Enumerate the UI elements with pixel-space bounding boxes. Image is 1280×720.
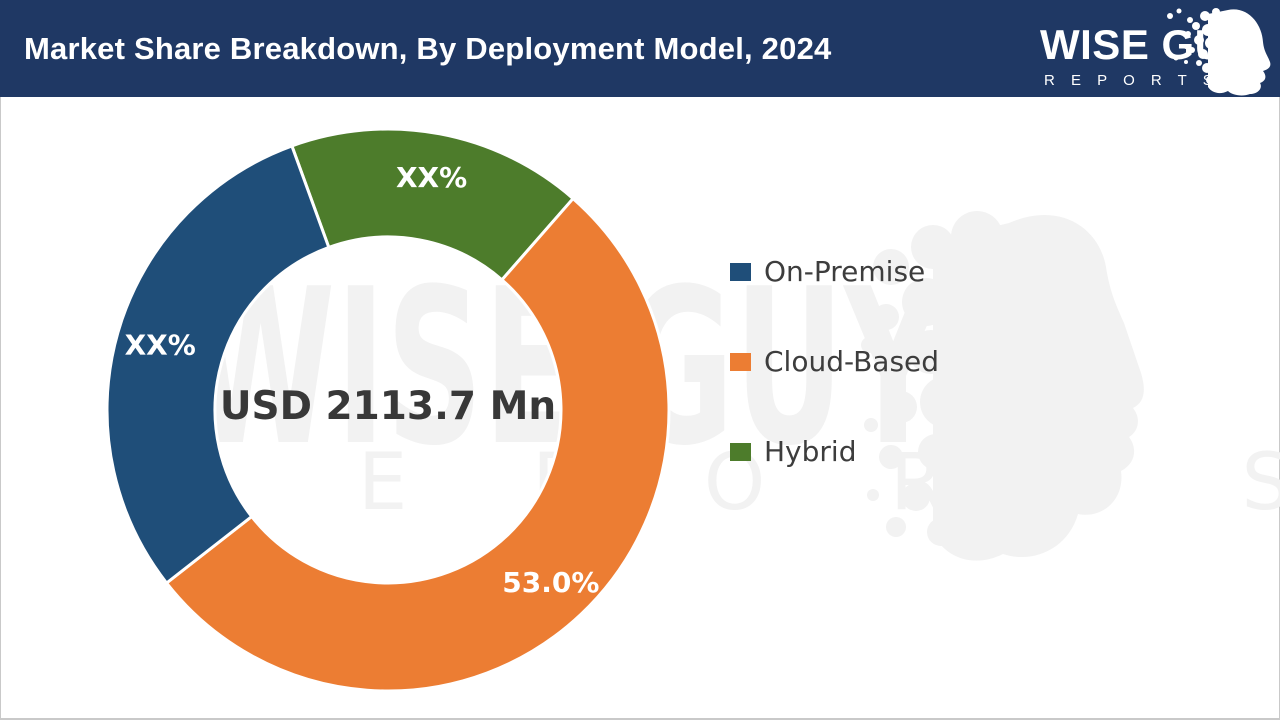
legend-swatch-on-premise [730, 262, 751, 281]
page-title: Market Share Breakdown, By Deployment Mo… [24, 30, 832, 66]
segment-label-cloud-based: 53.0% [502, 566, 599, 599]
legend-label-on-premise: On-Premise [764, 255, 926, 288]
legend-swatch-cloud-based [730, 352, 751, 371]
logo-text-line2: R E P O R T S [1044, 72, 1219, 89]
legend-label-cloud-based: Cloud-Based [764, 345, 940, 378]
legend-swatch-hybrid [730, 442, 751, 461]
segment-label-on-premise: XX% [125, 329, 196, 362]
chart-legend: On-Premise Cloud-Based Hybrid [730, 255, 939, 468]
segment-label-hybrid: XX% [396, 161, 467, 194]
donut-chart: XX% 53.0% XX% USD 2113.7 Mn [103, 125, 673, 695]
header-bar: Market Share Breakdown, By Deployment Mo… [0, 0, 1280, 97]
legend-item-hybrid[interactable]: Hybrid [730, 435, 939, 468]
legend-item-on-premise[interactable]: On-Premise [730, 255, 939, 288]
chart-canvas: WISE GUY R E P O R T S XX% 53.0% XX% USD 2… [0, 97, 1280, 720]
legend-item-cloud-based[interactable]: Cloud-Based [730, 345, 939, 378]
donut-segment-on-premise[interactable] [105, 144, 331, 586]
wise-guy-reports-logo: WISE GUY R E P O R T S [1040, 8, 1271, 96]
legend-label-hybrid: Hybrid [764, 435, 857, 468]
donut-center-value: USD 2113.7 Mn [219, 384, 557, 429]
